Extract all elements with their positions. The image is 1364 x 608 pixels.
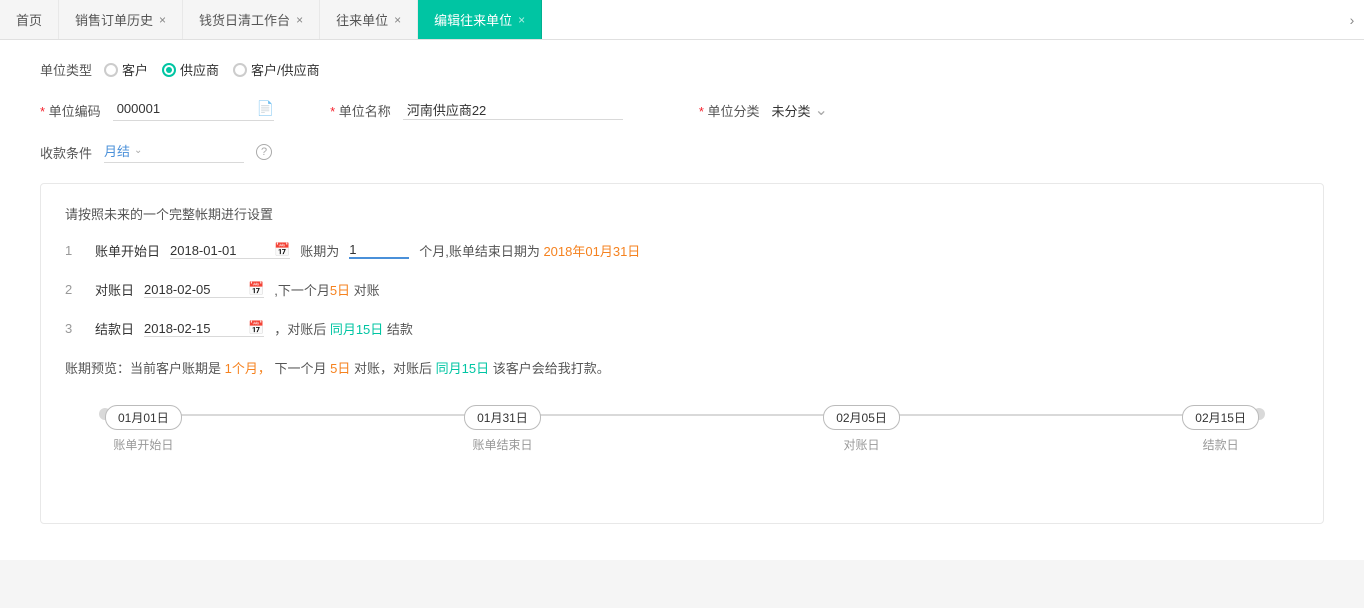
radio-supplier-label: 供应商 (180, 60, 219, 79)
period-box: 请按照未来的一个完整帐期进行设置 1 账单开始日 📅 账期为 个月,账单结束日期… (40, 183, 1324, 524)
radio-customer-circle (104, 63, 118, 77)
period-row3-label: 结款日 (95, 319, 134, 338)
tab-partner[interactable]: 往来单位 × (320, 0, 418, 39)
period-row1-calendar-icon[interactable]: 📅 (274, 242, 290, 258)
period-row3-date-wrap: 📅 (144, 320, 264, 337)
period-row3-desc: ，对账后 同月15日 结款 (274, 319, 413, 338)
timeline-node4-pill: 02月15日 (1182, 405, 1259, 430)
period-row-2: 2 对账日 📅 ,下一个月5日 对账 (65, 280, 1299, 299)
preview-highlight2: 5日 (330, 361, 350, 376)
period-row1-date-wrap: 📅 (170, 242, 290, 259)
timeline-node-2: 01月31日 账单结束日 (464, 405, 541, 453)
period-row1-months-unit: 个月,账单结束日期为 2018年01月31日 (419, 241, 640, 260)
preview-text: 账期预览：当前客户账期是 1个月， 下一个月 5日 对账，对账后 同月15日 该… (65, 358, 1299, 377)
tab-home-label: 首页 (16, 10, 42, 29)
unit-name-input[interactable] (403, 100, 623, 120)
period-months-input[interactable] (349, 242, 409, 259)
period-row2-label: 对账日 (95, 280, 134, 299)
tab-edit-partner-label: 编辑往来单位 (434, 10, 512, 29)
period-row3-num: 3 (65, 321, 85, 336)
timeline-node2-label: 账单结束日 (472, 436, 532, 453)
unit-category-select[interactable]: 未分类 ⌄ (772, 100, 828, 120)
payment-terms-help-icon[interactable]: ? (256, 144, 272, 160)
radio-both-circle (233, 63, 247, 77)
period-row1-label: 账单开始日 (95, 241, 160, 260)
timeline-node4-label: 结款日 (1203, 436, 1239, 453)
period-row2-num: 2 (65, 282, 85, 297)
unit-type-label: 单位类型 (40, 60, 92, 79)
period-row2-calendar-icon[interactable]: 📅 (248, 281, 264, 297)
period-row2-date-wrap: 📅 (144, 281, 264, 298)
unit-code-icon[interactable]: 📄 (257, 100, 274, 117)
tab-sales-history-close[interactable]: × (159, 14, 166, 26)
unit-code-input[interactable] (113, 99, 253, 118)
unit-name-label: 单位名称 (330, 101, 391, 120)
timeline-nodes: 01月01日 账单开始日 01月31日 账单结束日 02月05日 对账 (105, 405, 1259, 453)
tab-cash-reconcile[interactable]: 钱货日清工作台 × (183, 0, 320, 39)
unit-category-value: 未分类 (772, 101, 811, 120)
period-row2-desc: ,下一个月5日 对账 (274, 280, 379, 299)
tab-partner-label: 往来单位 (336, 10, 388, 29)
preview-after: 对账，对账后 (354, 361, 432, 376)
period-row1-num: 1 (65, 243, 85, 258)
unit-code-input-wrap: 📄 (113, 99, 274, 121)
period-row2-date-input[interactable] (144, 282, 244, 297)
radio-supplier-circle (162, 63, 176, 77)
payment-terms-arrow-icon: ⌄ (134, 145, 142, 156)
period-row1-period-for: 账期为 (300, 241, 339, 260)
timeline-node2-pill: 01月31日 (464, 405, 541, 430)
payment-terms-select[interactable]: 月结 ⌄ (104, 141, 244, 163)
unit-type-row: 单位类型 客户 供应商 客户/供应商 (40, 60, 1324, 79)
period-row-3: 3 结款日 📅 ，对账后 同月15日 结款 (65, 319, 1299, 338)
radio-customer-label: 客户 (122, 60, 148, 79)
tab-bar: 首页 销售订单历史 × 钱货日清工作台 × 往来单位 × 编辑往来单位 × › (0, 0, 1364, 40)
radio-supplier[interactable]: 供应商 (162, 60, 219, 79)
timeline-node-1: 01月01日 账单开始日 (105, 405, 182, 453)
timeline-node3-pill: 02月05日 (823, 405, 900, 430)
payment-terms-label: 收款条件 (40, 143, 92, 162)
tab-edit-partner-close[interactable]: × (518, 14, 525, 26)
tab-sales-history[interactable]: 销售订单历史 × (59, 0, 183, 39)
preview-highlight3: 同月15日 (436, 361, 489, 376)
preview-suffix: 该客户会给我打款。 (493, 361, 610, 376)
radio-customer[interactable]: 客户 (104, 60, 148, 79)
timeline-node1-pill: 01月01日 (105, 405, 182, 430)
timeline-node1-label: 账单开始日 (113, 436, 173, 453)
preview-highlight1: 1个月， (225, 361, 271, 376)
tab-sales-history-label: 销售订单历史 (75, 10, 153, 29)
unit-info-row: 单位编码 📄 单位名称 单位分类 未分类 ⌄ (40, 99, 1324, 121)
tab-cash-reconcile-close[interactable]: × (296, 14, 303, 26)
preview-middle: 下一个月 (275, 361, 327, 376)
period-row2-day: 5日 (330, 283, 350, 298)
main-content: 单位类型 客户 供应商 客户/供应商 单位编码 📄 单位名称 单位分类 (0, 40, 1364, 560)
timeline-node3-label: 对账日 (844, 436, 880, 453)
tab-cash-reconcile-label: 钱货日清工作台 (199, 10, 290, 29)
tab-home[interactable]: 首页 (0, 0, 59, 39)
payment-terms-row: 收款条件 月结 ⌄ ? (40, 141, 1324, 163)
payment-terms-value: 月结 (104, 141, 130, 160)
tab-edit-partner[interactable]: 编辑往来单位 × (418, 0, 542, 39)
period-row3-day: 同月15日 (330, 322, 383, 337)
period-row3-calendar-icon[interactable]: 📅 (248, 320, 264, 336)
radio-both-label: 客户/供应商 (251, 60, 320, 79)
unit-code-label: 单位编码 (40, 101, 101, 120)
period-row1-date-input[interactable] (170, 243, 270, 258)
preview-prefix: 账期预览：当前客户账期是 (65, 361, 221, 376)
timeline-container: 01月01日 账单开始日 01月31日 账单结束日 02月05日 对账 (65, 397, 1299, 503)
radio-both[interactable]: 客户/供应商 (233, 60, 320, 79)
period-row1-end-date: 2018年01月31日 (543, 244, 640, 259)
unit-category-label: 单位分类 (699, 101, 760, 120)
unit-category-arrow-icon: ⌄ (815, 100, 828, 120)
period-row3-date-input[interactable] (144, 321, 244, 336)
timeline-node-4: 02月15日 结款日 (1182, 405, 1259, 453)
tab-partner-close[interactable]: × (394, 14, 401, 26)
tab-scroll-right[interactable]: › (1340, 0, 1364, 39)
unit-type-radio-group: 客户 供应商 客户/供应商 (104, 60, 320, 79)
period-row-1: 1 账单开始日 📅 账期为 个月,账单结束日期为 2018年01月31日 (65, 241, 1299, 260)
timeline-node-3: 02月05日 对账日 (823, 405, 900, 453)
period-title: 请按照未来的一个完整帐期进行设置 (65, 204, 1299, 223)
